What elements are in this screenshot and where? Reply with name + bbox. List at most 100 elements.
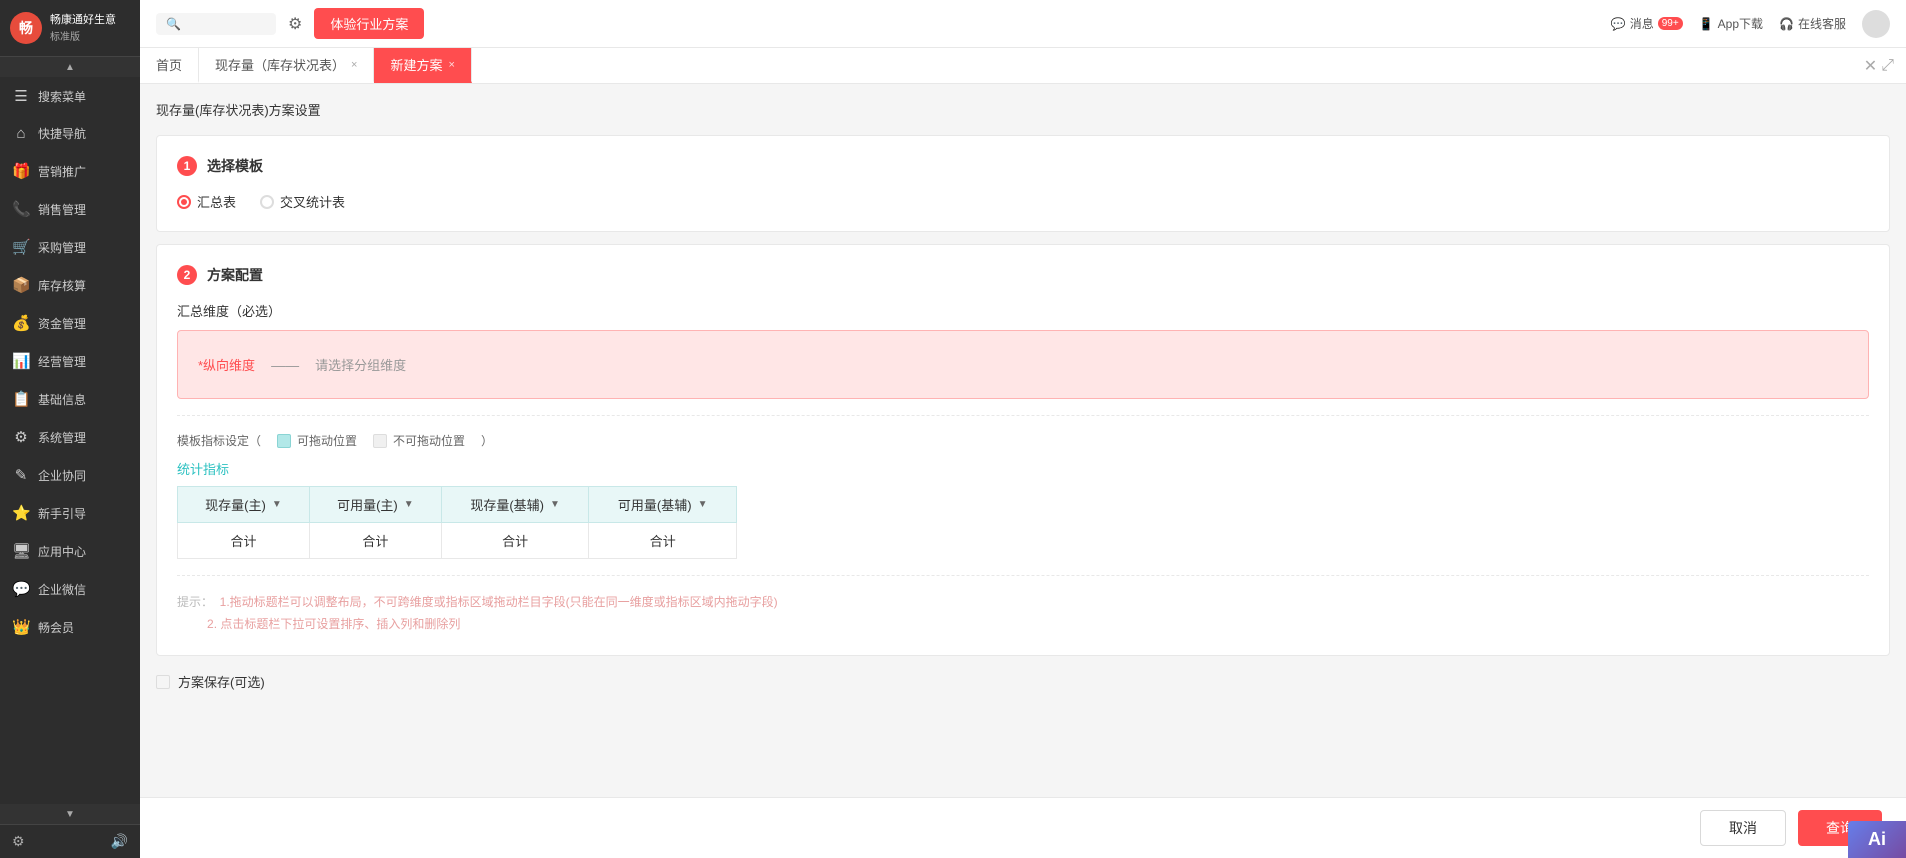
sidebar-scroll-down[interactable]: ▼ — [0, 804, 140, 824]
sidebar-item-sales[interactable]: 📞 销售管理 — [0, 190, 140, 228]
template-options: 汇总表 交叉统计表 — [177, 192, 1869, 211]
col-header-3[interactable]: 可用量(基辅) ▼ — [589, 487, 737, 523]
settings-icon[interactable]: ⚙ — [12, 833, 25, 850]
col-header-0[interactable]: 现存量(主) ▼ — [178, 487, 310, 523]
sidebar-item-finance[interactable]: 💰 资金管理 — [0, 304, 140, 342]
step1-title: 选择模板 — [207, 156, 263, 176]
sidebar-item-system[interactable]: ⚙ 系统管理 — [0, 418, 140, 456]
tab-new-scheme-close[interactable]: × — [448, 59, 454, 71]
appstore-icon: 🖥 — [12, 542, 30, 560]
sidebar-item-inventory[interactable]: 📦 库存核算 — [0, 266, 140, 304]
save-label: 方案保存(可选) — [178, 672, 265, 691]
tab-home[interactable]: 首页 — [140, 48, 199, 83]
template-cross-label: 交叉统计表 — [280, 192, 345, 211]
footer-bar: 取消 查询 — [140, 797, 1906, 858]
step2-header: 2 方案配置 — [177, 265, 1869, 285]
save-checkbox[interactable] — [156, 675, 170, 689]
col-chevron-2: ▼ — [550, 499, 560, 510]
template-cross[interactable]: 交叉统计表 — [260, 192, 345, 211]
sidebar-item-basic[interactable]: 📋 基础信息 — [0, 380, 140, 418]
tab-inventory-close[interactable]: × — [351, 59, 357, 71]
step1-num: 1 — [177, 156, 197, 176]
cell-0-2: 合计 — [441, 523, 589, 559]
cell-0-0: 合计 — [178, 523, 310, 559]
mobile-icon: 📱 — [1699, 17, 1714, 31]
draggable-legend-box — [277, 434, 291, 448]
sidebar-item-purchase[interactable]: 🛒 采购管理 — [0, 228, 140, 266]
vertical-dim-label: *纵向维度 — [198, 355, 255, 374]
topbar: 🔍 ⚙ 体验行业方案 💬 消息 99+ 📱 App下载 🎧 在线客服 — [140, 0, 1906, 48]
tab-new-scheme[interactable]: 新建方案 × — [374, 48, 471, 83]
sidebar-item-label-search: 搜索菜单 — [38, 88, 86, 105]
table-row-0: 合计 合计 合计 合计 — [178, 523, 737, 559]
step1-card: 1 选择模板 汇总表 交叉统计表 — [156, 135, 1890, 232]
col-chevron-1: ▼ — [404, 499, 414, 510]
tab-expand-btns: ✕ ⤢ — [1864, 56, 1906, 76]
member-icon: 👑 — [12, 618, 30, 636]
sidebar-item-quicknav[interactable]: ⌂ 快捷导航 — [0, 115, 140, 152]
sidebar-item-marketing[interactable]: 🎁 营销推广 — [0, 152, 140, 190]
sidebar-item-label-finance: 资金管理 — [38, 315, 86, 332]
topbar-right: 💬 消息 99+ 📱 App下载 🎧 在线客服 — [1611, 10, 1890, 38]
sidebar-item-appstore[interactable]: 🖥 应用中心 — [0, 532, 140, 570]
topbar-search[interactable]: 🔍 — [156, 13, 276, 35]
user-avatar[interactable] — [1862, 10, 1890, 38]
tips-section: 提示： 1.拖动标题栏可以调整布局，不可跨维度或指标区域拖动栏目字段(只能在同一… — [177, 592, 1869, 635]
ai-badge[interactable]: Ai — [1848, 821, 1906, 858]
sidebar-item-label-appstore: 应用中心 — [38, 543, 86, 560]
sidebar-item-member[interactable]: 👑 畅会员 — [0, 608, 140, 646]
sidebar-item-management[interactable]: 📊 经营管理 — [0, 342, 140, 380]
dimension-label: 汇总维度（必选） — [177, 301, 1869, 320]
tab-inventory-label: 现存量（库存状况表） — [215, 55, 345, 74]
online-support-label: 在线客服 — [1798, 15, 1846, 32]
stats-table-section: 统计指标 现存量(主) ▼ — [177, 459, 1869, 559]
sidebar-bottom: ⚙ 🔊 — [0, 824, 140, 858]
app-download-item[interactable]: 📱 App下载 — [1699, 15, 1763, 32]
topbar-settings-icon[interactable]: ⚙ — [288, 14, 302, 34]
guide-icon: ⭐ — [12, 504, 30, 522]
app-name: 畅康通好生意 — [50, 13, 116, 28]
tab-inventory-status[interactable]: 现存量（库存状况表） × — [199, 48, 374, 83]
tab-new-scheme-label: 新建方案 — [390, 55, 442, 74]
quicknav-icon: ⌂ — [12, 125, 30, 142]
sidebar-item-label-purchase: 采购管理 — [38, 239, 86, 256]
sidebar-item-guide[interactable]: ⭐ 新手引导 — [0, 494, 140, 532]
radio-cross — [260, 195, 274, 209]
volume-icon[interactable]: 🔊 — [111, 833, 128, 850]
inventory-icon: 📦 — [12, 276, 30, 294]
template-summary[interactable]: 汇总表 — [177, 192, 236, 211]
sidebar-item-label-member: 畅会员 — [38, 619, 74, 636]
indicator-settings-suffix: ） — [481, 432, 493, 449]
sidebar-item-collab[interactable]: ✎ 企业协同 — [0, 456, 140, 494]
trial-industry-button[interactable]: 体验行业方案 — [314, 8, 424, 39]
system-icon: ⚙ — [12, 428, 30, 446]
close-panel-icon[interactable]: ✕ — [1864, 56, 1877, 76]
expand-panel-icon[interactable]: ⤢ — [1881, 57, 1894, 75]
purchase-icon: 🛒 — [12, 238, 30, 256]
sidebar-item-search[interactable]: ☰ 搜索菜单 — [0, 77, 140, 115]
management-icon: 📊 — [12, 352, 30, 370]
topbar-left: 🔍 ⚙ 体验行业方案 — [156, 8, 424, 39]
message-item[interactable]: 💬 消息 99+ — [1611, 15, 1683, 32]
sidebar-scroll-up[interactable]: ▲ — [0, 57, 140, 77]
col-header-1[interactable]: 可用量(主) ▼ — [309, 487, 441, 523]
tab-home-label: 首页 — [156, 55, 182, 74]
step2-title: 方案配置 — [207, 265, 263, 285]
sidebar-item-wechat[interactable]: 💬 企业微信 — [0, 570, 140, 608]
indicator-settings: 模板指标设定（ 可拖动位置 不可拖动位置 ） 统计指标 — [177, 432, 1869, 559]
dim-arrow: —— — [271, 357, 299, 373]
sidebar-nav: ☰ 搜索菜单 ⌂ 快捷导航 🎁 营销推广 📞 销售管理 🛒 采购管理 📦 库存核… — [0, 77, 140, 804]
dimension-box[interactable]: *纵向维度 —— 请选择分组维度 — [177, 330, 1869, 399]
content-area: 现存量(库存状况表)方案设置 1 选择模板 汇总表 交叉统计表 2 — [140, 84, 1906, 797]
cancel-button[interactable]: 取消 — [1700, 810, 1786, 846]
radio-summary — [177, 195, 191, 209]
col-header-2[interactable]: 现存量(基辅) ▼ — [441, 487, 589, 523]
online-support-item[interactable]: 🎧 在线客服 — [1779, 15, 1846, 32]
indicator-legend: 模板指标设定（ 可拖动位置 不可拖动位置 ） — [177, 432, 1869, 449]
step2-card: 2 方案配置 汇总维度（必选） *纵向维度 —— 请选择分组维度 模板指标设定（… — [156, 244, 1890, 656]
message-icon: 💬 — [1611, 17, 1626, 31]
sidebar-logo: 畅 畅康通好生意 标准版 — [0, 0, 140, 57]
message-label: 消息 — [1630, 15, 1654, 32]
stats-title: 统计指标 — [177, 459, 1869, 478]
stats-table: 现存量(主) ▼ 可用量(主) ▼ — [177, 486, 737, 559]
